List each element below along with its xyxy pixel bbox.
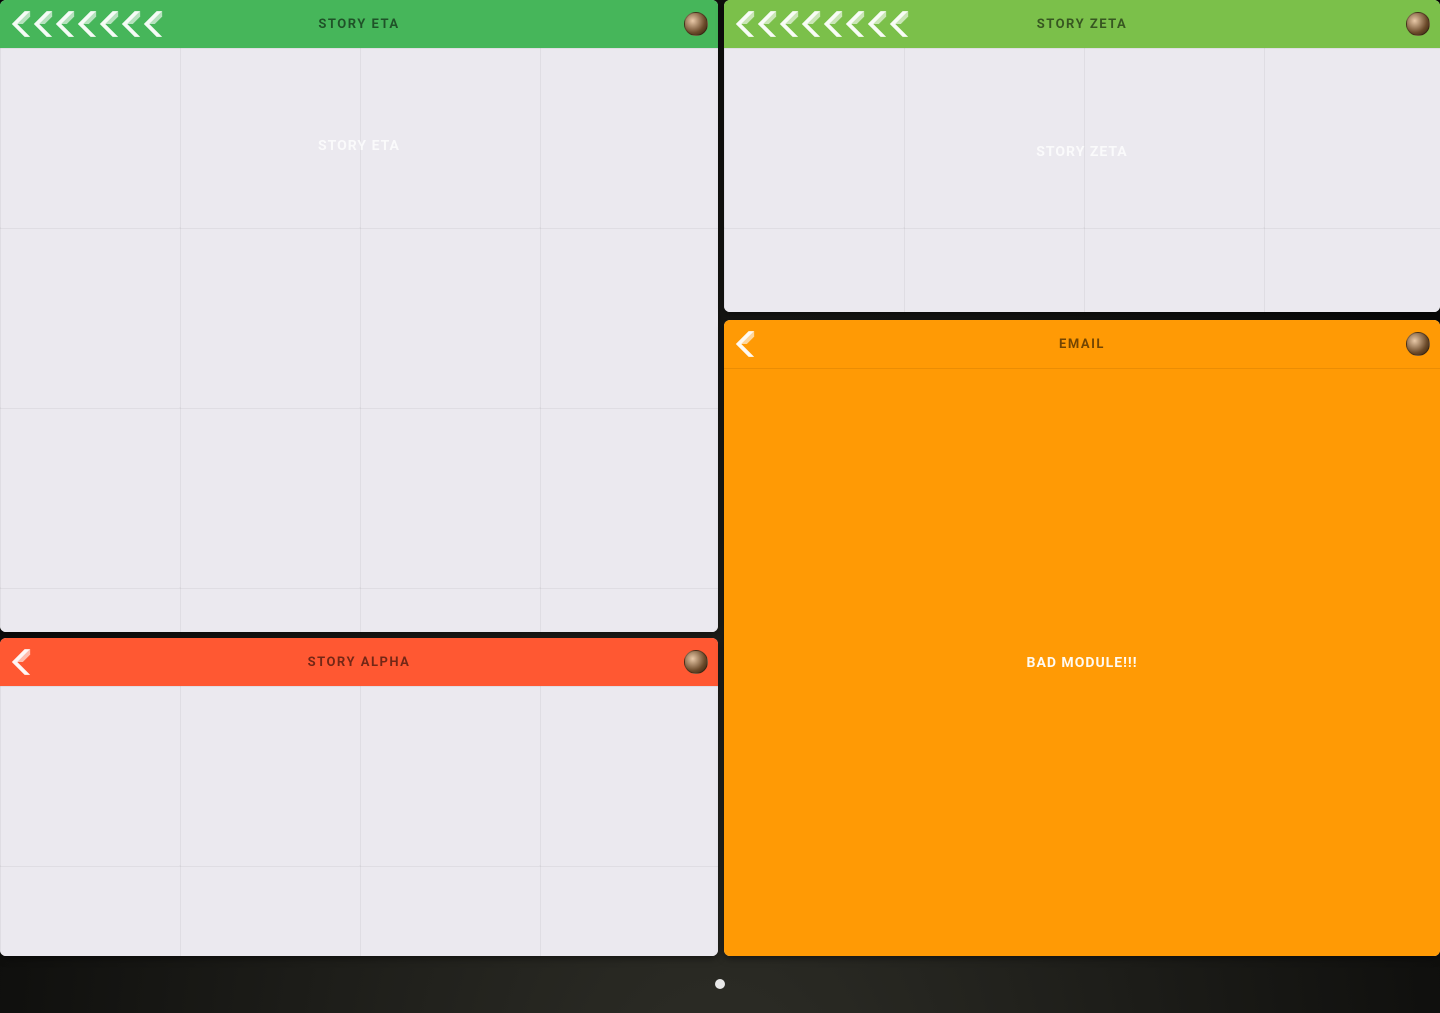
chevron-left-icon	[142, 9, 164, 39]
pane-title: STORY ALPHA	[0, 655, 718, 670]
pane-body-text: STORY ZETA	[1036, 144, 1127, 160]
header-chevrons	[10, 647, 32, 677]
chevron-left-icon	[888, 9, 910, 39]
pane-title: EMAIL	[724, 337, 1440, 352]
header-chevrons	[734, 329, 756, 359]
header-chevrons	[10, 9, 164, 39]
chevron-left-icon	[98, 9, 120, 39]
pane-header[interactable]: EMAIL	[724, 320, 1440, 369]
pane-body[interactable]: STORY ZETA	[724, 48, 1440, 312]
chevron-left-icon	[10, 9, 32, 39]
pane-header[interactable]: STORY ETA	[0, 0, 718, 48]
chevron-left-icon	[866, 9, 888, 39]
pane-body[interactable]: STORY ETA	[0, 48, 718, 632]
error-message: BAD MODULE!!!	[1027, 655, 1138, 671]
chevron-left-icon	[756, 9, 778, 39]
pane-story-eta[interactable]: STORY ETA STORY ETA	[0, 0, 718, 632]
chevron-left-icon	[32, 9, 54, 39]
pane-body[interactable]: BAD MODULE!!!	[724, 369, 1440, 956]
header-chevrons	[734, 9, 910, 39]
page-indicator-dot[interactable]	[715, 979, 725, 989]
chevron-left-icon	[54, 9, 76, 39]
chevron-left-icon	[822, 9, 844, 39]
chevron-left-icon	[844, 9, 866, 39]
pane-header[interactable]: STORY ZETA	[724, 0, 1440, 48]
pane-story-zeta[interactable]: STORY ZETA STORY ZETA	[724, 0, 1440, 312]
chevron-left-icon	[734, 9, 756, 39]
avatar[interactable]	[684, 650, 708, 674]
chevron-left-icon	[734, 329, 756, 359]
pane-story-alpha[interactable]: STORY ALPHA	[0, 638, 718, 956]
avatar[interactable]	[1406, 332, 1430, 356]
workspace-grid: STORY ETA STORY ETA STORY ZETA	[0, 0, 1440, 1013]
chevron-left-icon	[778, 9, 800, 39]
pane-body[interactable]	[0, 686, 718, 956]
chevron-left-icon	[10, 647, 32, 677]
avatar[interactable]	[1406, 12, 1430, 36]
chevron-left-icon	[120, 9, 142, 39]
pane-header[interactable]: STORY ALPHA	[0, 638, 718, 686]
chevron-left-icon	[800, 9, 822, 39]
avatar[interactable]	[684, 12, 708, 36]
pane-email[interactable]: EMAIL BAD MODULE!!!	[724, 320, 1440, 956]
pane-body-text: STORY ETA	[318, 138, 400, 154]
chevron-left-icon	[76, 9, 98, 39]
